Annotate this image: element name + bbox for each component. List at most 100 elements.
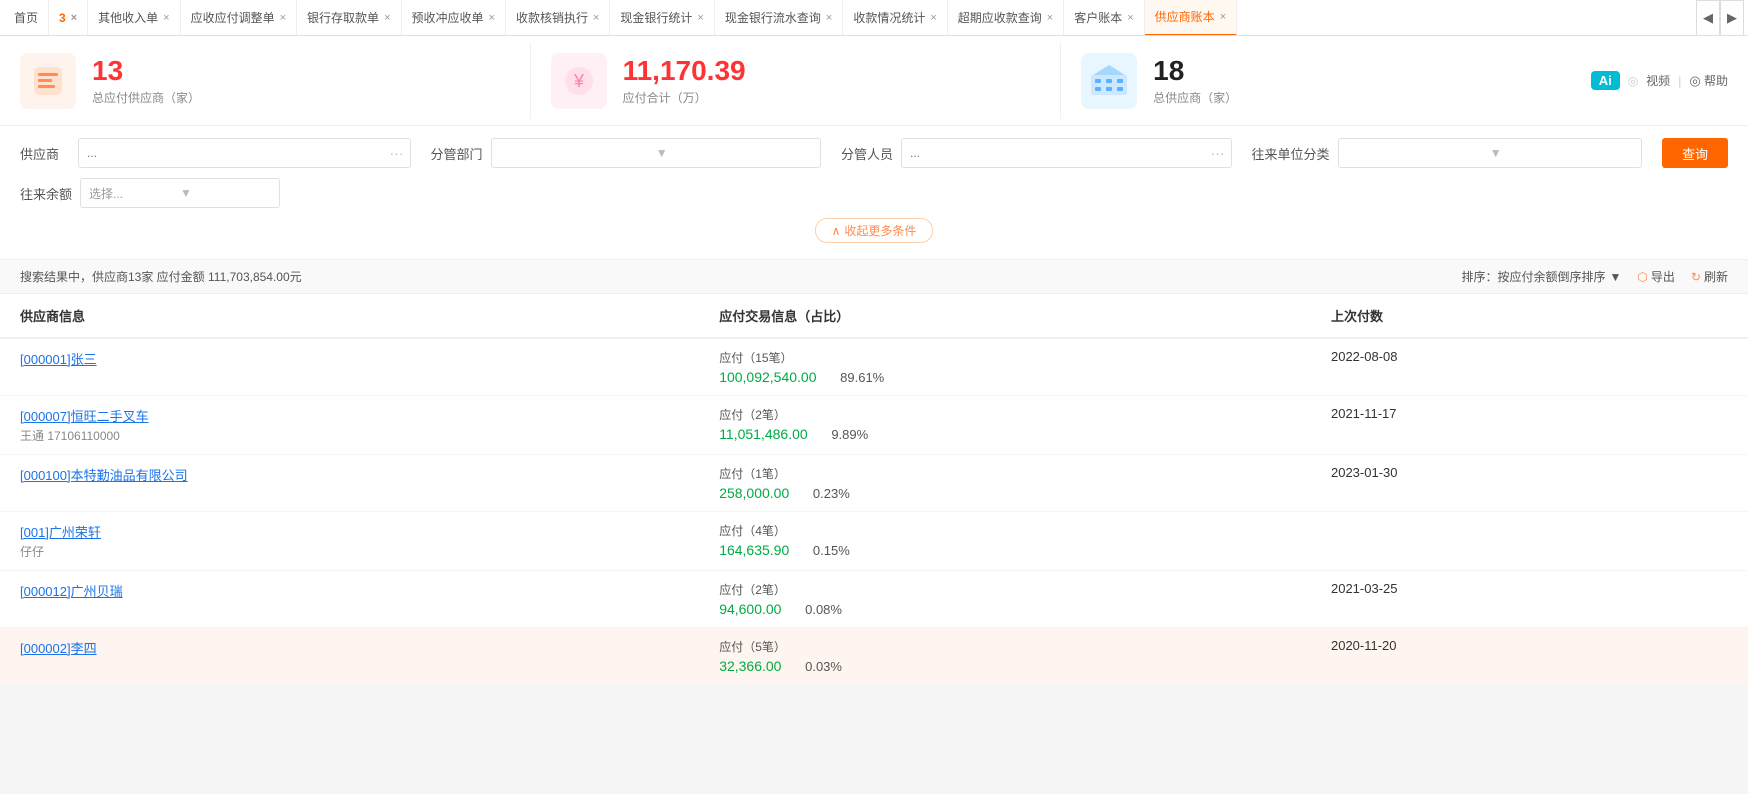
supplier-link-6[interactable]: [000002]李四 [20,641,97,656]
supplier-link-5[interactable]: [000012]广州贝瑞 [20,584,123,599]
supplier-link-3[interactable]: [000100]本特勤油品有限公司 [20,468,188,483]
nav-tab-receipt-verify[interactable]: 收款核销执行 × [506,0,610,36]
balance-dropdown[interactable]: 选择... ▼ [80,178,280,208]
stat-payable-suppliers: 13 总应付供应商（家） [0,43,531,119]
last-payment-date-6: 2020-11-20 [1331,638,1397,653]
unit-type-dropdown[interactable]: ▼ [1338,138,1642,168]
supplier-sub-4: 仔仔 [20,543,679,560]
dept-label: 分管部门 [431,144,483,163]
collapse-label: 收起更多条件 [844,222,916,239]
nav-tab-cash-flow[interactable]: 现金银行流水查询 × [715,0,843,36]
collapse-button[interactable]: ∧ 收起更多条件 [815,218,934,243]
tx-amount-value-2[interactable]: 11,051,486.00 [719,426,808,442]
stat-payable-amount: ¥ 11,170.39 应付合计（万） [531,43,1062,119]
last-payment-cell-6: 2020-11-20 [1311,628,1748,685]
tx-percent-6: 0.03% [785,659,842,674]
nav-tab-customer-book-close[interactable]: × [1127,12,1133,24]
last-payment-cell-1: 2022-08-08 [1311,338,1748,396]
supplier-dots-icon[interactable]: ··· [384,145,410,161]
tx-percent-3: 0.23% [793,486,850,501]
nav-prev-arrow[interactable]: ◀ [1696,0,1720,36]
nav-tab-receipt-verify-close[interactable]: × [593,12,599,24]
nav-tab-cash-stat-label: 现金银行统计 [620,9,692,26]
supplier-cell-1: [000001]张三 [0,338,699,396]
tx-amount-value-5[interactable]: 94,600.00 [719,601,781,617]
tx-amount-value-4[interactable]: 164,635.90 [719,542,789,558]
supplier-input-wrapper[interactable]: ··· [78,138,411,168]
help-link[interactable]: ◎ 帮助 [1689,72,1728,89]
nav-tab-home[interactable]: 首页 [4,0,49,36]
manager-field: 分管人员 ··· [841,138,1232,168]
nav-tab-supplier-book-close[interactable]: × [1220,11,1226,23]
manager-label: 分管人员 [841,144,893,163]
video-link[interactable]: 视频 [1646,72,1670,89]
query-button[interactable]: 查询 [1662,138,1728,168]
nav-tab-bank[interactable]: 银行存取款单 × [297,0,401,36]
nav-tab-overdue-close[interactable]: × [1047,12,1053,24]
nav-tab-other-income-close[interactable]: × [163,12,169,24]
balance-field: 往来余额 选择... ▼ [20,178,280,208]
tx-amount-value-3[interactable]: 258,000.00 [719,485,789,501]
stat-total-suppliers-icon [1081,53,1137,109]
nav-tab-home-label: 首页 [14,9,38,26]
table-wrapper: 供应商信息 应付交易信息（占比） 上次付数 [000001]张三 应付（15笔）… [0,294,1748,685]
tx-percent-2: 9.89% [811,427,868,442]
tx-amount-4: 164,635.90 0.15% [719,542,1291,558]
nav-next-arrow[interactable]: ▶ [1720,0,1744,36]
nav-tab-supplier-book[interactable]: 供应商账本 × [1145,0,1237,36]
nav-tab-cash-flow-close[interactable]: × [826,12,832,24]
nav-tab-advance-recv[interactable]: 预收冲应收单 × [402,0,506,36]
nav-tab-3[interactable]: 3 × [49,0,88,36]
export-label: 导出 [1651,268,1675,285]
nav-tab-other-income[interactable]: 其他收入单 × [88,0,180,36]
dept-chevron-icon: ▼ [656,146,812,160]
tx-label-1: 应付（15笔） [719,349,1291,366]
table-row: [000007]恒旺二手叉车 王通 17106110000 应付（2笔） 11,… [0,396,1748,455]
help-separator-bar: | [1678,74,1681,88]
supplier-cell-2: [000007]恒旺二手叉车 王通 17106110000 [0,396,699,455]
ai-badge[interactable]: Ai [1591,71,1620,90]
results-actions: 排序：按应付余额倒序排序 ▼ ⬡ 导出 ↻ 刷新 [1462,268,1728,285]
dept-dropdown[interactable]: ▼ [491,138,821,168]
refresh-button[interactable]: ↻ 刷新 [1691,268,1728,285]
nav-tab-adjustment[interactable]: 应收应付调整单 × [181,0,297,36]
supplier-link-4[interactable]: [001]广州荣轩 [20,525,101,540]
nav-tab-adjustment-close[interactable]: × [280,12,286,24]
supplier-cell-6: [000002]李四 [0,628,699,685]
collapse-up-icon: ∧ [832,224,841,238]
balance-label: 往来余额 [20,184,72,203]
supplier-link-1[interactable]: [000001]张三 [20,352,97,367]
nav-tab-cash-stat-close[interactable]: × [697,12,703,24]
nav-tab-3-label: 3 [59,11,66,25]
manager-input[interactable] [902,146,1204,160]
nav-tab-bank-close[interactable]: × [384,12,390,24]
nav-tab-overdue-label: 超期应收款查询 [958,9,1042,26]
tx-amount-3: 258,000.00 0.23% [719,485,1291,501]
nav-tab-recv-stat-close[interactable]: × [930,12,936,24]
sort-select[interactable]: 排序：按应付余额倒序排序 ▼ [1462,268,1622,285]
stat-total-suppliers-label: 总供应商（家） [1153,89,1237,106]
nav-tab-cash-stat[interactable]: 现金银行统计 × [610,0,714,36]
tx-label-4: 应付（4笔） [719,522,1291,539]
manager-dots-icon[interactable]: ··· [1205,145,1231,161]
main-content: 供应商信息 应付交易信息（占比） 上次付数 [000001]张三 应付（15笔）… [0,294,1748,685]
col-tx-info: 应付交易信息（占比） [699,294,1311,338]
nav-tab-recv-stat[interactable]: 收款情况统计 × [843,0,947,36]
tx-amount-value-6[interactable]: 32,366.00 [719,658,781,674]
nav-tab-overdue[interactable]: 超期应收款查询 × [948,0,1064,36]
supplier-link-2[interactable]: [000007]恒旺二手叉车 [20,409,149,424]
supplier-cell-4: [001]广州荣轩 仔仔 [0,512,699,571]
supplier-cell-5: [000012]广州贝瑞 [0,571,699,628]
nav-tab-recv-stat-label: 收款情况统计 [853,9,925,26]
nav-tab-3-close[interactable]: × [71,12,77,24]
nav-tab-cash-flow-label: 现金银行流水查询 [725,9,821,26]
nav-tab-customer-book[interactable]: 客户账本 × [1064,0,1144,36]
export-button[interactable]: ⬡ 导出 [1637,268,1675,285]
table-row: [000100]本特勤油品有限公司 应付（1笔） 258,000.00 0.23… [0,455,1748,512]
manager-input-wrapper[interactable]: ··· [901,138,1231,168]
table-header-row: 供应商信息 应付交易信息（占比） 上次付数 [0,294,1748,338]
nav-tab-advance-recv-close[interactable]: × [489,12,495,24]
tx-amount-value-1[interactable]: 100,092,540.00 [719,369,816,385]
supplier-input[interactable] [79,146,384,160]
tx-percent-1: 89.61% [820,370,884,385]
